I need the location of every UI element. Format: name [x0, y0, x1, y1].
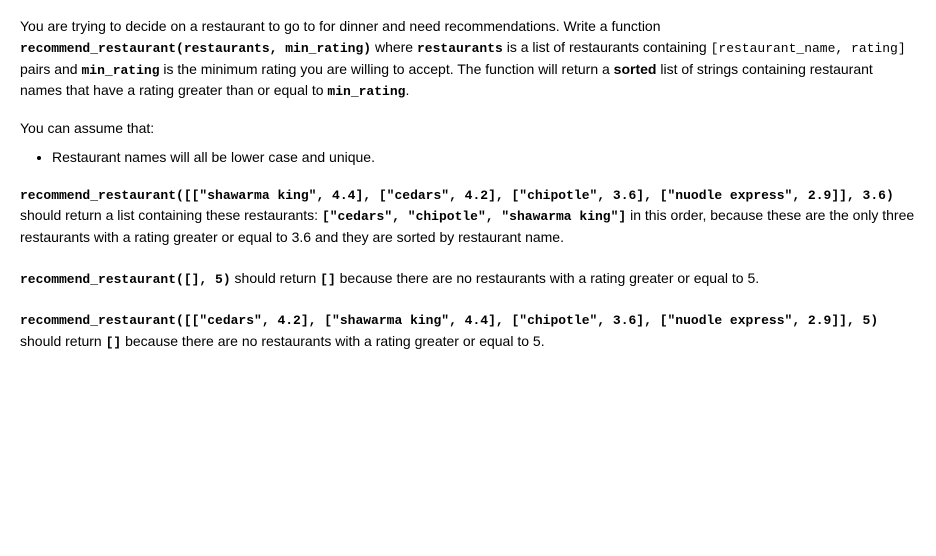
assumption-item: Restaurant names will all be lower case …: [52, 147, 916, 168]
example-1: recommend_restaurant([["shawarma king", …: [20, 184, 916, 248]
pair-syntax: [restaurant_name, rating]: [711, 41, 906, 56]
assumptions-header: You can assume that:: [20, 118, 916, 139]
example-3: recommend_restaurant([["cedars", 4.2], […: [20, 309, 916, 352]
example-1-text: recommend_restaurant([["shawarma king", …: [20, 184, 916, 248]
example-1-result: ["cedars", "chipotle", "shawarma king"]: [322, 209, 626, 224]
intro-paragraph: You are trying to decide on a restaurant…: [20, 16, 916, 102]
example-3-code: recommend_restaurant([["cedars", 4.2], […: [20, 313, 878, 328]
min-rating-ref: min_rating: [327, 84, 405, 99]
example-2-text: recommend_restaurant([], 5) should retur…: [20, 268, 916, 290]
example-1-code: recommend_restaurant([["shawarma king", …: [20, 188, 894, 203]
function-signature: recommend_restaurant(restaurants, min_ra…: [20, 41, 371, 56]
intro-text: You are trying to decide on a restaurant…: [20, 16, 916, 102]
example-2-result: []: [320, 272, 336, 287]
example-3-text: recommend_restaurant([["cedars", 4.2], […: [20, 309, 916, 352]
sorted-label: sorted: [614, 61, 657, 77]
example-2-code: recommend_restaurant([], 5): [20, 272, 231, 287]
assumptions-block: You can assume that: Restaurant names wi…: [20, 118, 916, 168]
min-rating-param: min_rating: [81, 63, 159, 78]
example-3-result: []: [106, 335, 122, 350]
main-content: You are trying to decide on a restaurant…: [20, 16, 916, 352]
restaurants-param: restaurants: [417, 41, 503, 56]
example-2: recommend_restaurant([], 5) should retur…: [20, 268, 916, 290]
assumptions-list: Restaurant names will all be lower case …: [52, 147, 916, 168]
